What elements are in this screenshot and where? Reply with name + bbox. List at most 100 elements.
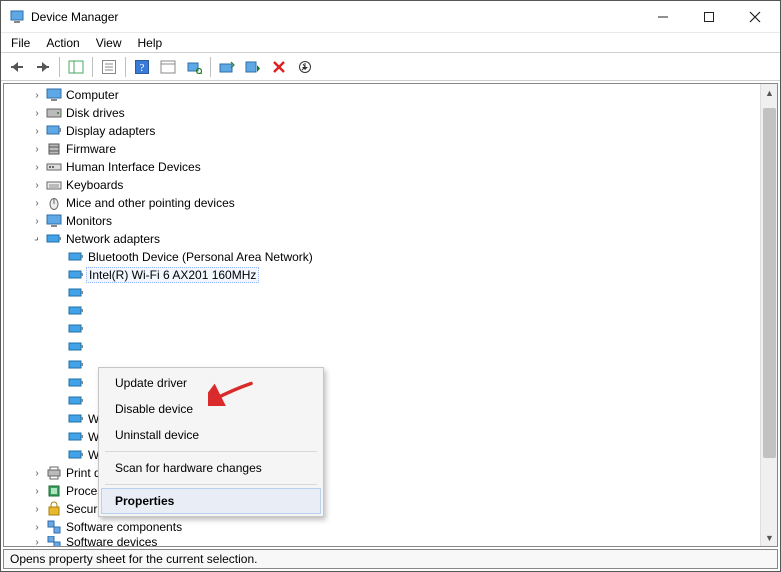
disable-device-button[interactable] bbox=[241, 56, 265, 78]
expand-icon[interactable]: › bbox=[30, 106, 44, 120]
nav-back-button[interactable] bbox=[5, 56, 29, 78]
menu-file[interactable]: File bbox=[3, 34, 38, 52]
action-button[interactable] bbox=[156, 56, 180, 78]
network-adapter-icon bbox=[68, 429, 84, 445]
tree-label: Software devices bbox=[66, 536, 157, 546]
expand-icon[interactable]: › bbox=[30, 484, 44, 498]
vertical-scrollbar[interactable]: ▲ ▼ bbox=[760, 84, 777, 546]
nav-forward-button[interactable] bbox=[31, 56, 55, 78]
tree-label: Human Interface Devices bbox=[66, 160, 201, 174]
network-adapter-icon bbox=[68, 267, 84, 283]
context-menu-properties[interactable]: Properties bbox=[101, 488, 321, 514]
expand-icon[interactable]: › bbox=[30, 178, 44, 192]
help-button[interactable]: ? bbox=[130, 56, 154, 78]
menu-help[interactable]: Help bbox=[130, 34, 171, 52]
tree-label: Disk drives bbox=[66, 106, 125, 120]
software-component-icon bbox=[46, 519, 62, 535]
tree-category[interactable]: › Software devices bbox=[4, 536, 760, 546]
app-icon bbox=[9, 9, 25, 25]
window-title: Device Manager bbox=[31, 10, 118, 24]
svg-text:?: ? bbox=[140, 62, 145, 74]
network-adapter-icon bbox=[68, 249, 84, 265]
tree-label: Software components bbox=[66, 520, 182, 534]
menu-action[interactable]: Action bbox=[38, 34, 87, 52]
expand-icon[interactable]: › bbox=[30, 88, 44, 102]
context-menu-uninstall-device[interactable]: Uninstall device bbox=[101, 422, 321, 448]
context-menu: Update driver Disable device Uninstall d… bbox=[98, 367, 324, 517]
tree-category[interactable]: › Software components bbox=[4, 518, 760, 536]
tree-category[interactable]: › Mice and other pointing devices bbox=[4, 194, 760, 212]
show-hide-console-tree-button[interactable] bbox=[64, 56, 88, 78]
network-adapter-icon bbox=[68, 447, 84, 463]
network-adapter-icon bbox=[46, 231, 62, 247]
network-adapter-icon bbox=[68, 411, 84, 427]
tree-category[interactable]: › Monitors bbox=[4, 212, 760, 230]
expand-icon[interactable]: › bbox=[30, 196, 44, 210]
maximize-button[interactable] bbox=[686, 2, 732, 32]
scroll-thumb[interactable] bbox=[763, 108, 776, 458]
expand-icon[interactable]: › bbox=[30, 124, 44, 138]
expand-icon[interactable]: › bbox=[30, 502, 44, 516]
network-adapter-icon bbox=[68, 375, 84, 391]
tree-category-network-adapters[interactable]: › Network adapters bbox=[4, 230, 760, 248]
network-adapter-icon bbox=[68, 303, 84, 319]
display-adapter-icon bbox=[46, 123, 62, 139]
expand-icon[interactable]: › bbox=[30, 142, 44, 156]
context-menu-scan-hardware[interactable]: Scan for hardware changes bbox=[101, 455, 321, 481]
software-device-icon bbox=[46, 536, 62, 546]
tree-label: Firmware bbox=[66, 142, 116, 156]
expand-icon[interactable]: › bbox=[30, 466, 44, 480]
tree-label: Intel(R) Wi-Fi 6 AX201 160MHz bbox=[86, 267, 259, 283]
monitor-icon bbox=[46, 213, 62, 229]
expand-icon[interactable]: › bbox=[30, 520, 44, 534]
disk-drive-icon bbox=[46, 105, 62, 121]
tree-device-hidden[interactable]: › bbox=[4, 302, 760, 320]
update-driver-button[interactable] bbox=[215, 56, 239, 78]
expand-icon[interactable]: › bbox=[30, 214, 44, 228]
status-text: Opens property sheet for the current sel… bbox=[10, 552, 257, 566]
context-menu-separator bbox=[105, 484, 317, 485]
titlebar: Device Manager bbox=[1, 1, 780, 33]
expand-icon[interactable]: › bbox=[30, 160, 44, 174]
tree-label: Bluetooth Device (Personal Area Network) bbox=[88, 250, 313, 264]
tree-category[interactable]: › Computer bbox=[4, 86, 760, 104]
tree-category[interactable]: › Keyboards bbox=[4, 176, 760, 194]
close-button[interactable] bbox=[732, 2, 778, 32]
network-adapter-icon bbox=[68, 393, 84, 409]
menu-view[interactable]: View bbox=[88, 34, 130, 52]
security-device-icon bbox=[46, 501, 62, 517]
tree-device-hidden[interactable]: › bbox=[4, 338, 760, 356]
properties-button[interactable] bbox=[97, 56, 121, 78]
network-adapter-icon bbox=[68, 339, 84, 355]
tree-device-selected[interactable]: › Intel(R) Wi-Fi 6 AX201 160MHz bbox=[4, 266, 760, 284]
scan-hardware-changes-button[interactable] bbox=[182, 56, 206, 78]
context-menu-separator bbox=[105, 451, 317, 452]
tree-category[interactable]: › Disk drives bbox=[4, 104, 760, 122]
window: Device Manager File Action View Help bbox=[0, 0, 781, 572]
context-menu-update-driver[interactable]: Update driver bbox=[101, 370, 321, 396]
processor-icon bbox=[46, 483, 62, 499]
tree-category[interactable]: › Human Interface Devices bbox=[4, 158, 760, 176]
network-adapter-icon bbox=[68, 357, 84, 373]
tree-label: Keyboards bbox=[66, 178, 123, 192]
keyboard-icon bbox=[46, 177, 62, 193]
computer-icon bbox=[46, 87, 62, 103]
collapse-icon[interactable]: › bbox=[27, 229, 47, 249]
tree-category[interactable]: › Display adapters bbox=[4, 122, 760, 140]
firmware-icon bbox=[46, 141, 62, 157]
expand-icon[interactable]: › bbox=[30, 536, 44, 546]
tree-label: Mice and other pointing devices bbox=[66, 196, 235, 210]
context-menu-disable-device[interactable]: Disable device bbox=[101, 396, 321, 422]
toolbar: ? bbox=[1, 53, 780, 81]
scroll-up-button[interactable]: ▲ bbox=[761, 84, 778, 101]
tree-device[interactable]: › Bluetooth Device (Personal Area Networ… bbox=[4, 248, 760, 266]
minimize-button[interactable] bbox=[640, 2, 686, 32]
tree-category[interactable]: › Firmware bbox=[4, 140, 760, 158]
uninstall-device-button[interactable] bbox=[267, 56, 291, 78]
scroll-down-button[interactable]: ▼ bbox=[761, 529, 778, 546]
tree-device-hidden[interactable]: › bbox=[4, 320, 760, 338]
device-tree-panel: › Computer › Disk drives › Display adapt… bbox=[3, 83, 778, 547]
tree-label: Monitors bbox=[66, 214, 112, 228]
additional-actions-button[interactable] bbox=[293, 56, 317, 78]
tree-device-hidden[interactable]: › bbox=[4, 284, 760, 302]
